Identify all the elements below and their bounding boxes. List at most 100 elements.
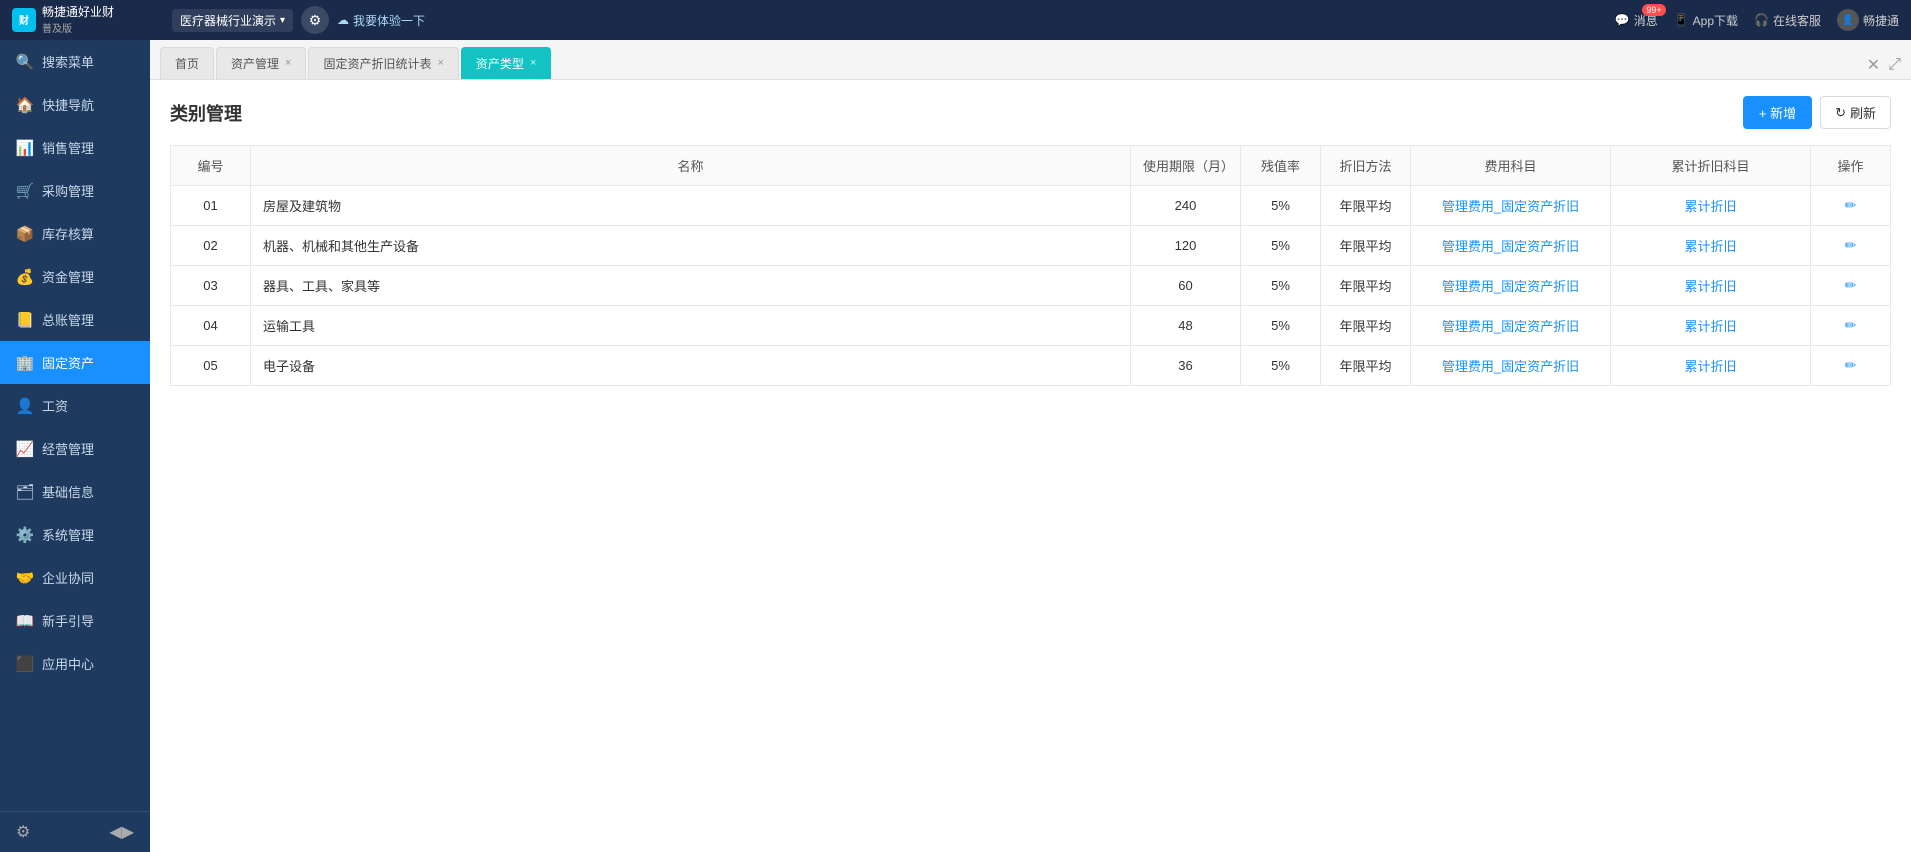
edit-icon[interactable]: ✏ <box>1845 277 1857 293</box>
cell-code: 02 <box>171 226 251 266</box>
col-header-residual: 残值率 <box>1241 146 1321 186</box>
settings-button[interactable]: ⚙ <box>301 6 329 34</box>
tab-depreciation-close[interactable]: × <box>437 58 443 69</box>
cell-residual: 5% <box>1241 186 1321 226</box>
demo-label: 医疗器械行业演示 <box>180 12 276 29</box>
sidebar-scroll: 🔍 搜索菜单 🏠 快捷导航 📊 销售管理 🛒 采购管理 📦 库存核算 💰 <box>0 40 150 811</box>
sidebar-item-enterprise[interactable]: 🤝 企业协同 <box>0 556 150 599</box>
cell-expense: 管理费用_固定资产折旧 <box>1411 186 1611 226</box>
sidebar-label-inventory: 库存核算 <box>42 224 94 243</box>
sidebar-item-beginner[interactable]: 📖 新手引导 <box>0 599 150 642</box>
col-header-code: 编号 <box>171 146 251 186</box>
settings-bottom-icon[interactable]: ⚙ <box>16 822 30 842</box>
cell-method: 年限平均 <box>1321 306 1411 346</box>
col-header-period: 使用期限（月） <box>1131 146 1241 186</box>
sidebar-item-base-info[interactable]: 🗂 基础信息 <box>0 470 150 513</box>
sidebar-item-search[interactable]: 🔍 搜索菜单 <box>0 40 150 83</box>
cell-accum: 累计折旧 <box>1611 266 1811 306</box>
ledger-icon: 📒 <box>16 311 34 329</box>
tab-asset-type[interactable]: 资产类型 × <box>461 47 551 79</box>
tab-bar: 首页 资产管理 × 固定资产折旧统计表 × 资产类型 × ✕ ⤢ <box>150 40 1911 80</box>
refresh-icon: ↻ <box>1835 105 1846 121</box>
cell-accum: 累计折旧 <box>1611 306 1811 346</box>
tab-depreciation-label: 固定资产折旧统计表 <box>323 55 431 72</box>
header-middle: 医疗器械行业演示 ▾ ⚙ ☁ 我要体验一下 <box>162 6 1615 34</box>
logo-area: 财 畅捷通好业财 普及版 <box>12 5 162 34</box>
user-area[interactable]: 👤 畅捷通 <box>1837 9 1899 31</box>
cell-code: 03 <box>171 266 251 306</box>
sidebar-item-payroll[interactable]: 👤 工资 <box>0 384 150 427</box>
sidebar-item-app-center[interactable]: ⬛ 应用中心 <box>0 642 150 685</box>
logo-icon: 财 <box>12 8 36 32</box>
page-header: 类别管理 + 新增 ↻ 刷新 <box>170 96 1891 129</box>
new-button[interactable]: + 新增 <box>1743 96 1812 129</box>
edit-icon[interactable]: ✏ <box>1845 357 1857 373</box>
message-badge: 99+ <box>1642 4 1665 16</box>
cell-method: 年限平均 <box>1321 266 1411 306</box>
tab-asset-mgmt-close[interactable]: × <box>285 58 291 69</box>
finance-icon: 💰 <box>16 268 34 286</box>
purchase-icon: 🛒 <box>16 182 34 200</box>
cell-name: 房屋及建筑物 <box>251 186 1131 226</box>
tab-asset-type-close[interactable]: × <box>530 58 536 69</box>
edit-icon[interactable]: ✏ <box>1845 317 1857 333</box>
tab-asset-mgmt[interactable]: 资产管理 × <box>216 47 306 79</box>
edit-icon[interactable]: ✏ <box>1845 197 1857 213</box>
edit-icon[interactable]: ✏ <box>1845 237 1857 253</box>
phone-icon: 📱 <box>1674 13 1689 27</box>
cell-residual: 5% <box>1241 306 1321 346</box>
cell-action: ✏ <box>1811 266 1891 306</box>
sidebar-label-operations: 经营管理 <box>42 439 94 458</box>
sidebar-item-finance[interactable]: 💰 资金管理 <box>0 255 150 298</box>
cell-period: 60 <box>1131 266 1241 306</box>
tab-depreciation-table[interactable]: 固定资产折旧统计表 × <box>308 47 458 79</box>
cell-accum: 累计折旧 <box>1611 226 1811 266</box>
cell-action: ✏ <box>1811 186 1891 226</box>
close-window-icon[interactable]: ✕ <box>1867 55 1880 75</box>
system-icon: ⚙️ <box>16 526 34 544</box>
page-actions: + 新增 ↻ 刷新 <box>1743 96 1891 129</box>
sidebar-item-quick-nav[interactable]: 🏠 快捷导航 <box>0 83 150 126</box>
header-right: 💬 消息 99+ 📱 App下载 🎧 在线客服 👤 畅捷通 <box>1615 9 1899 31</box>
sidebar-item-fixed-assets[interactable]: 🏢 固定资产 <box>0 341 150 384</box>
collapse-icon[interactable]: ◀▶ <box>109 822 134 842</box>
payroll-icon: 👤 <box>16 397 34 415</box>
cell-action: ✏ <box>1811 306 1891 346</box>
sidebar-item-system[interactable]: ⚙️ 系统管理 <box>0 513 150 556</box>
maximize-window-icon[interactable]: ⤢ <box>1888 56 1901 74</box>
col-header-name: 名称 <box>251 146 1131 186</box>
demo-selector[interactable]: 医疗器械行业演示 ▾ <box>172 9 293 32</box>
refresh-label: 刷新 <box>1850 103 1876 122</box>
avatar: 👤 <box>1837 9 1859 31</box>
cell-code: 05 <box>171 346 251 386</box>
cell-name: 机器、机械和其他生产设备 <box>251 226 1131 266</box>
sidebar-item-inventory[interactable]: 📦 库存核算 <box>0 212 150 255</box>
sidebar-item-operations[interactable]: 📈 经营管理 <box>0 427 150 470</box>
sidebar-label-ledger: 总账管理 <box>42 310 94 329</box>
sidebar-item-sales[interactable]: 📊 销售管理 <box>0 126 150 169</box>
sidebar-item-ledger[interactable]: 📒 总账管理 <box>0 298 150 341</box>
sidebar-label-quick-nav: 快捷导航 <box>42 95 94 114</box>
table-row: 02 机器、机械和其他生产设备 120 5% 年限平均 管理费用_固定资产折旧 … <box>171 226 1891 266</box>
cell-code: 01 <box>171 186 251 226</box>
cell-expense: 管理费用_固定资产折旧 <box>1411 346 1611 386</box>
sidebar-label-search: 搜索菜单 <box>42 52 94 71</box>
inventory-icon: 📦 <box>16 225 34 243</box>
cell-method: 年限平均 <box>1321 226 1411 266</box>
tab-home-label: 首页 <box>175 55 199 72</box>
message-button[interactable]: 💬 消息 99+ <box>1615 12 1658 29</box>
table-row: 03 器具、工具、家具等 60 5% 年限平均 管理费用_固定资产折旧 累计折旧… <box>171 266 1891 306</box>
cell-name: 运输工具 <box>251 306 1131 346</box>
cell-accum: 累计折旧 <box>1611 346 1811 386</box>
tab-home[interactable]: 首页 <box>160 47 214 79</box>
refresh-button[interactable]: ↻ 刷新 <box>1820 96 1891 129</box>
table-row: 01 房屋及建筑物 240 5% 年限平均 管理费用_固定资产折旧 累计折旧 ✏ <box>171 186 1891 226</box>
app-name: 畅捷通好业财 <box>42 5 114 19</box>
online-service-button[interactable]: 🎧 在线客服 <box>1754 12 1821 29</box>
app-download-button[interactable]: 📱 App下载 <box>1674 12 1738 29</box>
sales-icon: 📊 <box>16 139 34 157</box>
table-header-row: 编号 名称 使用期限（月） 残值率 折旧方法 费用科目 累计折旧科目 操作 <box>171 146 1891 186</box>
experience-button[interactable]: ☁ 我要体验一下 <box>337 12 425 29</box>
top-header: 财 畅捷通好业财 普及版 医疗器械行业演示 ▾ ⚙ ☁ 我要体验一下 💬 消息 … <box>0 0 1911 40</box>
sidebar-item-purchase[interactable]: 🛒 采购管理 <box>0 169 150 212</box>
